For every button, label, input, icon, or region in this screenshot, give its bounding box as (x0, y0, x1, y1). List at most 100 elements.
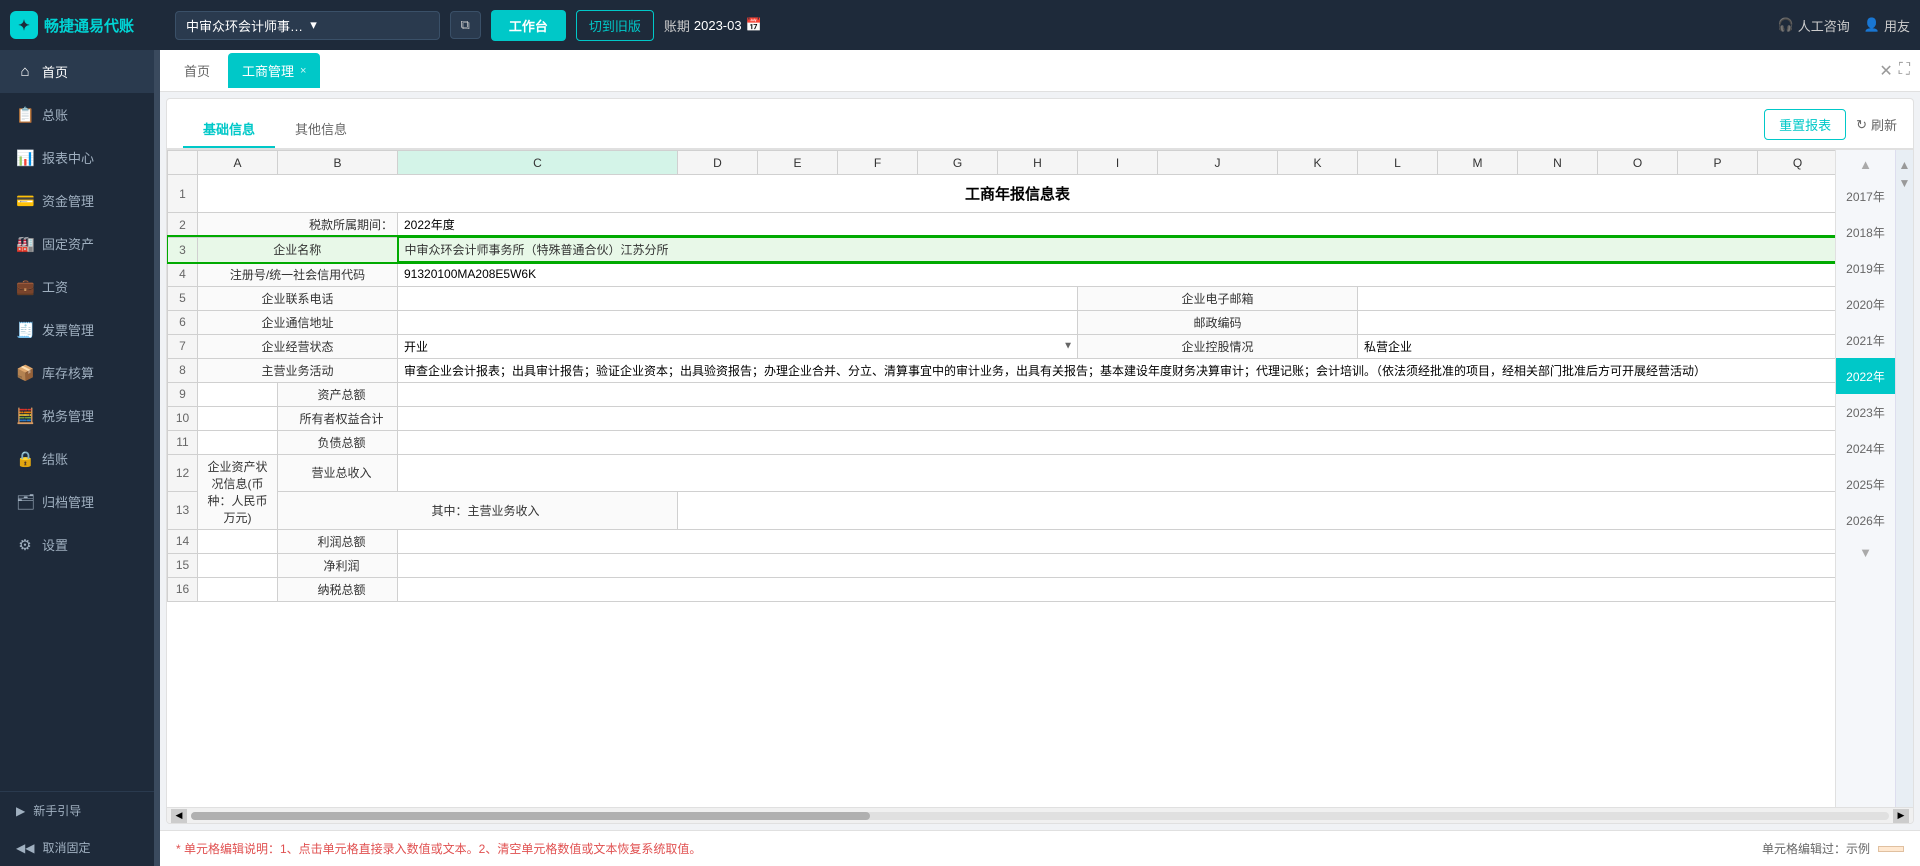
calendar-icon[interactable]: 📅 (746, 17, 762, 33)
sidebar-item-inventory[interactable]: 📦 库存核算 (0, 351, 160, 394)
cell-15-value[interactable] (398, 553, 1836, 577)
year-item-2024[interactable]: 2024年 (1836, 430, 1895, 466)
cell-6-value2[interactable] (1358, 310, 1836, 334)
year-item-2017[interactable]: 2017年 (1836, 178, 1895, 214)
cell-2-label: 税款所属期间： (198, 213, 398, 238)
year-item-2020[interactable]: 2020年 (1836, 286, 1895, 322)
horizontal-scrollbar[interactable]: ◀ ▶ (167, 807, 1913, 823)
sidebar-item-guide[interactable]: ▶ 新手引导 (0, 792, 160, 829)
window-expand-icon[interactable]: ⛶ (1899, 61, 1910, 81)
tab-business-management[interactable]: 工商管理 × (228, 53, 320, 88)
tab-bar: 首页 工商管理 × ✕ ⛶ (160, 50, 1920, 92)
row-num-2: 2 (168, 213, 198, 238)
sidebar-item-settings[interactable]: ⚙ 设置 (0, 523, 160, 566)
cell-2-value[interactable]: 2022年度 (398, 213, 1836, 238)
h-scroll-thumb[interactable] (191, 812, 870, 820)
sidebar-label-salary: 工资 (42, 277, 68, 296)
refresh-button[interactable]: ↻ 刷新 (1856, 115, 1897, 134)
collapse-panel[interactable]: ▲ ▼ (1895, 150, 1913, 807)
logo-area: ✦ 畅捷通易代账 (10, 11, 165, 39)
cell-9-value[interactable] (398, 382, 1836, 406)
sidebar-item-ledger[interactable]: 📋 总账 (0, 93, 160, 136)
year-panel-up-btn[interactable]: ▲ (1836, 150, 1895, 178)
h-scroll-left-btn[interactable]: ◀ (171, 809, 187, 823)
cell-7-label: 企业经营状态 (198, 334, 398, 358)
sidebar-item-unpin[interactable]: ◀◀ 取消固定 (0, 829, 160, 866)
col-header-C: C (398, 151, 678, 175)
workspace-button[interactable]: 工作台 (491, 10, 566, 41)
cell-16-value[interactable] (398, 577, 1836, 601)
guide-icon: ▶ (16, 804, 25, 818)
sidebar-item-salary[interactable]: 💼 工资 (0, 265, 160, 308)
tab-label-business: 工商管理 (242, 61, 294, 80)
sub-tab-bar: 基础信息 其他信息 重置报表 ↻ 刷新 (167, 99, 1913, 150)
copy-button[interactable]: ⧉ (450, 11, 481, 39)
sidebar-item-tax[interactable]: 🧮 税务管理 (0, 394, 160, 437)
cell-6-label: 企业通信地址 (198, 310, 398, 334)
page-inner: 基础信息 其他信息 重置报表 ↻ 刷新 (167, 99, 1913, 823)
table-scroll-container[interactable]: A B C D E F G H I J (167, 150, 1835, 807)
cell-5-value2[interactable] (1358, 286, 1836, 310)
cell-4-value[interactable]: 91320100MA208E5W6K (398, 262, 1836, 286)
period-display: 账期 2023-03 📅 (664, 16, 762, 35)
tab-close-icon[interactable]: × (300, 65, 306, 77)
window-close-icon[interactable]: ✕ (1879, 61, 1892, 81)
tab-home[interactable]: 首页 (170, 53, 224, 88)
title-cell[interactable]: 工商年报信息表 (198, 175, 1836, 213)
cell-5-value[interactable] (398, 286, 1078, 310)
col-header-K: K (1278, 151, 1358, 175)
cell-6-value[interactable] (398, 310, 1078, 334)
cell-3-value[interactable]: 中审众环会计师事务所（特殊普通合伙）江苏分所 (398, 237, 1836, 262)
cell-7-dropdown[interactable]: 开业 ▼ (398, 334, 1078, 358)
inventory-icon: 📦 (16, 364, 34, 382)
sidebar-item-assets[interactable]: 🏭 固定资产 (0, 222, 160, 265)
year-item-2025[interactable]: 2025年 (1836, 466, 1895, 502)
sidebar-item-close[interactable]: 🔒 结账 (0, 437, 160, 480)
cell-7-label2: 企业控股情况 (1078, 334, 1358, 358)
col-header-E: E (758, 151, 838, 175)
year-item-2019[interactable]: 2019年 (1836, 250, 1895, 286)
cell-8-value[interactable]: 审查企业会计报表；出具审计报告；验证企业资本；出具验资报告；办理企业合并、分立、… (398, 358, 1836, 382)
support-item[interactable]: 🎧 人工咨询 (1778, 16, 1850, 35)
user-item[interactable]: 👤 用友 (1864, 16, 1910, 35)
assets-icon: 🏭 (16, 235, 34, 253)
content-area: 首页 工商管理 × ✕ ⛶ 基础信息 其他信息 重置报表 (160, 50, 1920, 866)
year-panel-down-btn[interactable]: ▼ (1836, 538, 1895, 566)
cell-12-value[interactable] (398, 454, 1836, 492)
col-header-M: M (1438, 151, 1518, 175)
sidebar-label-funds: 资金管理 (42, 191, 94, 210)
sidebar-item-invoice[interactable]: 🧾 发票管理 (0, 308, 160, 351)
sidebar-item-reports[interactable]: 📊 报表中心 (0, 136, 160, 179)
cell-7-value2[interactable]: 私营企业 (1358, 334, 1836, 358)
company-selector[interactable]: 中审众环会计师事务所（特殊普通合伙... ▾ (175, 11, 440, 40)
h-scroll-right-btn[interactable]: ▶ (1893, 809, 1909, 823)
corner-cell (168, 151, 198, 175)
col-header-Q: Q (1758, 151, 1836, 175)
cell-14-empty (198, 529, 278, 553)
cell-group-label: 企业资产状况信息(币种：人民币万元) (198, 454, 278, 529)
sub-tabs: 基础信息 其他信息 (183, 111, 367, 146)
h-scroll-track[interactable] (191, 812, 1889, 820)
cell-11-value[interactable] (398, 430, 1836, 454)
col-header-B: B (278, 151, 398, 175)
sidebar-item-funds[interactable]: 💳 资金管理 (0, 179, 160, 222)
row-num-5: 5 (168, 286, 198, 310)
year-item-2021[interactable]: 2021年 (1836, 322, 1895, 358)
cell-13-value[interactable] (678, 492, 1836, 530)
cell-10-value[interactable] (398, 406, 1836, 430)
year-item-2022[interactable]: 2022年 (1836, 358, 1895, 394)
cell-15-empty (198, 553, 278, 577)
reset-report-button[interactable]: 重置报表 (1764, 109, 1846, 140)
cell-14-value[interactable] (398, 529, 1836, 553)
year-item-2023[interactable]: 2023年 (1836, 394, 1895, 430)
support-label: 人工咨询 (1798, 16, 1850, 35)
sidebar-item-archive[interactable]: 🗂 归档管理 (0, 480, 160, 523)
tab-basic-info[interactable]: 基础信息 (183, 111, 275, 148)
year-item-2026[interactable]: 2026年 (1836, 502, 1895, 538)
salary-icon: 💼 (16, 278, 34, 296)
sidebar-item-home[interactable]: ⌂ 首页 (0, 50, 160, 93)
switch-version-button[interactable]: 切到旧版 (576, 10, 654, 41)
tab-other-info[interactable]: 其他信息 (275, 111, 367, 148)
table-row: 1 工商年报信息表 (168, 175, 1836, 213)
year-item-2018[interactable]: 2018年 (1836, 214, 1895, 250)
